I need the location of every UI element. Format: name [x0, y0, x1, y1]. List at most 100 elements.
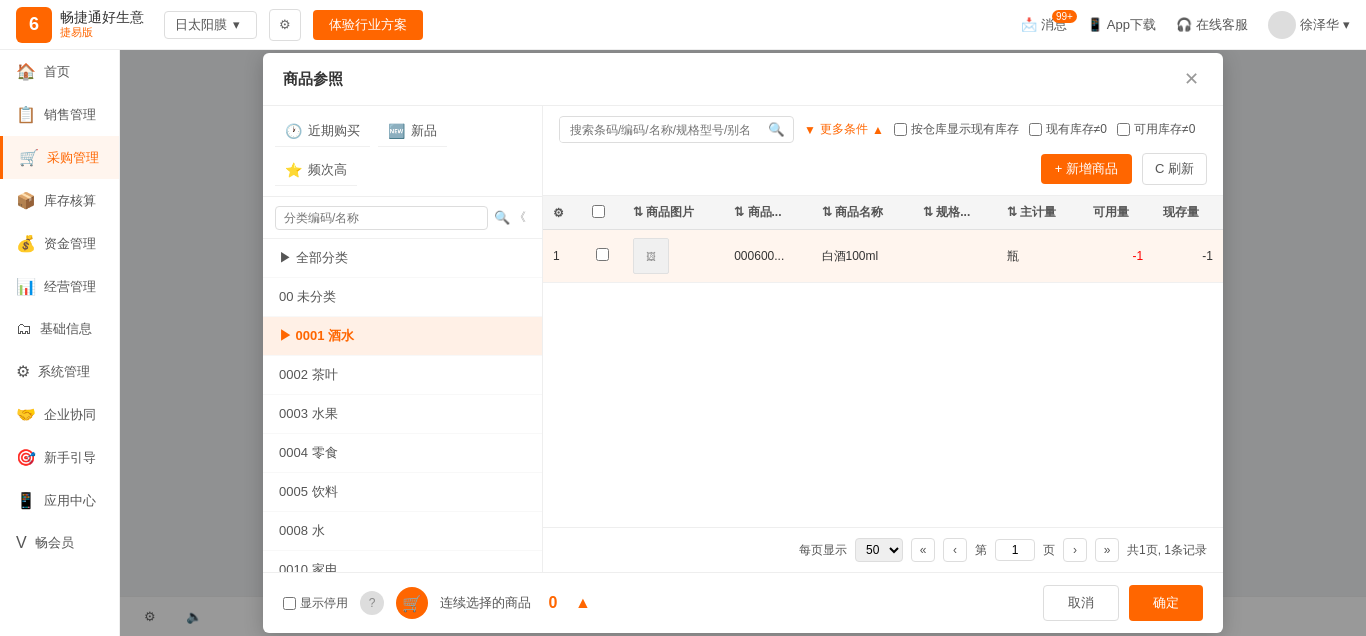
company-dropdown[interactable]: 日太阳膜 ▾: [164, 11, 257, 39]
sidebar-item-operations[interactable]: 📊 经营管理: [0, 265, 119, 308]
collapse-up-icon[interactable]: ▲: [575, 594, 591, 612]
page-suffix: 页: [1043, 542, 1055, 559]
page-number-input[interactable]: [995, 539, 1035, 561]
message-button[interactable]: 📩 消息 99+: [1021, 16, 1067, 34]
quick-recent-purchase[interactable]: 🕐 近期购买: [275, 116, 370, 147]
refresh-button[interactable]: C 刷新: [1142, 153, 1207, 185]
sidebar-item-guide[interactable]: 🎯 新手引导: [0, 436, 119, 479]
modal-close-button[interactable]: ✕: [1179, 67, 1203, 91]
col-available: 可用量: [1083, 196, 1153, 230]
sidebar-item-inventory[interactable]: 📦 库存核算: [0, 179, 119, 222]
modal-left-panel: 🕐 近期购买 🆕 新品 ⭐ 频次高: [263, 106, 543, 572]
quick-items-header: 🕐 近期购买 🆕 新品 ⭐ 频次高: [263, 106, 542, 197]
home-icon: 🏠: [16, 62, 36, 81]
category-item-0010[interactable]: 0010 家电: [263, 551, 542, 572]
product-search-button[interactable]: 🔍: [760, 117, 793, 142]
modal-toolbar: 🔍 ▼ 更多条件 ▲ 按仓库显示现有库存: [543, 106, 1223, 196]
add-product-button[interactable]: + 新增商品: [1041, 154, 1132, 184]
show-stock-checkbox[interactable]: [894, 123, 907, 136]
filter-button[interactable]: ▼ 更多条件 ▲: [804, 121, 884, 138]
logo-sub: 捷易版: [60, 25, 144, 40]
cooperation-icon: 🤝: [16, 405, 36, 424]
category-item-0008[interactable]: 0008 水: [263, 512, 542, 551]
sidebar-item-member[interactable]: V 畅会员: [0, 522, 119, 564]
page-label: 第: [975, 542, 987, 559]
apps-icon: 📱: [16, 491, 36, 510]
next-page-button[interactable]: ›: [1063, 538, 1087, 562]
first-page-button[interactable]: «: [911, 538, 935, 562]
collapse-button[interactable]: 《: [510, 205, 530, 230]
sidebar: 🏠 首页 📋 销售管理 🛒 采购管理 📦 库存核算 💰 资金管理 📊 经营管理 …: [0, 50, 120, 636]
category-item-00[interactable]: 00 未分类: [263, 278, 542, 317]
stock-not-zero-checkbox-label[interactable]: 现有库存≠0: [1029, 121, 1107, 138]
category-item-0003[interactable]: 0003 水果: [263, 395, 542, 434]
show-stock-checkbox-label[interactable]: 按仓库显示现有库存: [894, 121, 1019, 138]
quick-frequent[interactable]: ⭐ 频次高: [275, 155, 357, 186]
modal-footer: 显示停用 ? 🛒 连续选择的商品 0 ▲ 取消: [263, 572, 1223, 633]
product-table-area: ⚙ ⇅ 商品图片 ⇅ 商品...: [543, 196, 1223, 527]
category-search-input[interactable]: [275, 206, 488, 230]
pagination: 每页显示 50 « ‹ 第 页 › » 共1页, 1条记录: [543, 527, 1223, 572]
col-image: ⇅ 商品图片: [623, 196, 724, 230]
available-not-zero-checkbox-label[interactable]: 可用库存≠0: [1117, 121, 1195, 138]
app-download-button[interactable]: 📱 App下载: [1087, 16, 1156, 34]
online-service-button[interactable]: 🎧 在线客服: [1176, 16, 1248, 34]
sidebar-item-basic[interactable]: 🗂 基础信息: [0, 308, 119, 350]
product-thumbnail: 🖼: [633, 238, 669, 274]
category-item-0001[interactable]: ▶ 0001 酒水: [263, 317, 542, 356]
table-header-row: ⚙ ⇅ 商品图片 ⇅ 商品...: [543, 196, 1223, 230]
display-disabled-checkbox[interactable]: [283, 597, 296, 610]
col-spec: ⇅ 规格...: [913, 196, 997, 230]
category-list: ▶ 全部分类 00 未分类 ▶ 0001 酒水 0002 茶叶: [263, 239, 542, 572]
sidebar-item-purchase[interactable]: 🛒 采购管理: [0, 136, 119, 179]
product-table-body: 1 🖼: [543, 230, 1223, 283]
row-code: 000600...: [724, 230, 811, 283]
sales-icon: 📋: [16, 105, 36, 124]
available-not-zero-checkbox[interactable]: [1117, 123, 1130, 136]
row-num: 1: [543, 230, 582, 283]
table-row[interactable]: 1 🖼: [543, 230, 1223, 283]
quick-new-product[interactable]: 🆕 新品: [378, 116, 447, 147]
per-page-label: 每页显示: [799, 542, 847, 559]
purchase-icon: 🛒: [19, 148, 39, 167]
main-layout: 🏠 首页 📋 销售管理 🛒 采购管理 📦 库存核算 💰 资金管理 📊 经营管理 …: [0, 50, 1366, 636]
logo-text: 畅捷通好生意: [60, 9, 144, 26]
col-settings[interactable]: ⚙: [543, 196, 582, 230]
user-profile[interactable]: 徐泽华 ▾: [1268, 11, 1350, 39]
settings-gear-button[interactable]: ⚙: [269, 9, 301, 41]
category-item-0004[interactable]: 0004 零食: [263, 434, 542, 473]
category-search-icon[interactable]: 🔍: [494, 210, 510, 225]
category-search-row: 🔍 《: [263, 197, 542, 239]
product-search-box: 🔍: [559, 116, 794, 143]
main-content: ⚙ 🔈 商品参照 ✕ 🕐: [120, 50, 1366, 636]
product-search-input[interactable]: [560, 118, 760, 142]
last-page-button[interactable]: »: [1095, 538, 1119, 562]
row-checkbox[interactable]: [596, 248, 609, 261]
sidebar-item-sales[interactable]: 📋 销售管理: [0, 93, 119, 136]
category-item-all[interactable]: ▶ 全部分类: [263, 239, 542, 278]
confirm-button[interactable]: 确定: [1129, 585, 1203, 621]
cart-button[interactable]: 🛒: [396, 587, 428, 619]
modal-header: 商品参照 ✕: [263, 53, 1223, 106]
help-icon-button[interactable]: ?: [360, 591, 384, 615]
prev-page-button[interactable]: ‹: [943, 538, 967, 562]
experience-button[interactable]: 体验行业方案: [313, 10, 423, 40]
modal-overlay: 商品参照 ✕ 🕐 近期购买 🆕: [120, 50, 1366, 636]
sidebar-item-system[interactable]: ⚙ 系统管理: [0, 350, 119, 393]
cancel-button[interactable]: 取消: [1043, 585, 1119, 621]
category-item-0005[interactable]: 0005 饮料: [263, 473, 542, 512]
stock-not-zero-checkbox[interactable]: [1029, 123, 1042, 136]
sidebar-item-finance[interactable]: 💰 资金管理: [0, 222, 119, 265]
category-item-0002[interactable]: 0002 茶叶: [263, 356, 542, 395]
logo-icon: 6: [16, 7, 52, 43]
sidebar-item-home[interactable]: 🏠 首页: [0, 50, 119, 93]
select-all-checkbox[interactable]: [592, 205, 605, 218]
col-checkbox[interactable]: [582, 196, 623, 230]
per-page-select[interactable]: 50: [855, 538, 903, 562]
cart-icon: 🛒: [402, 594, 422, 613]
sidebar-item-apps[interactable]: 📱 应用中心: [0, 479, 119, 522]
sidebar-item-cooperation[interactable]: 🤝 企业协同: [0, 393, 119, 436]
display-disabled-label[interactable]: 显示停用: [283, 595, 348, 612]
row-checkbox-cell[interactable]: [582, 230, 623, 283]
star-icon: ⭐: [285, 162, 302, 178]
